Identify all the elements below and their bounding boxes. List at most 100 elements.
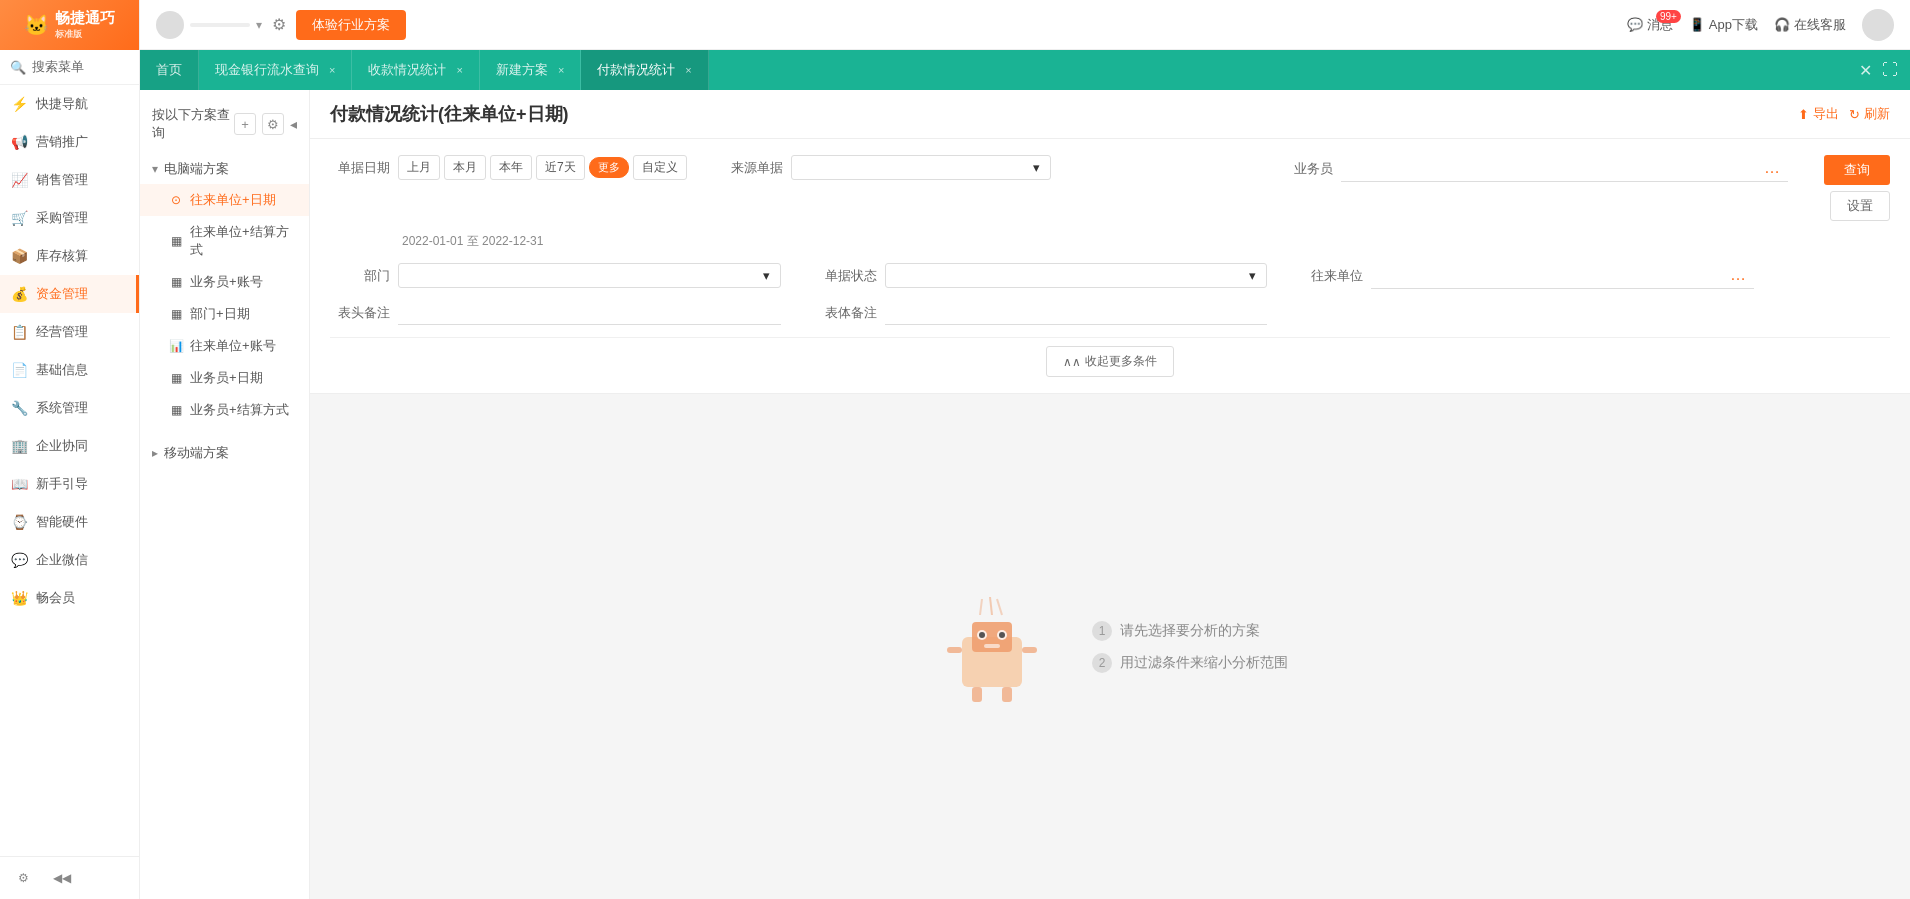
tab-new-plan[interactable]: 新建方案 × xyxy=(480,50,581,90)
sidebar-item-guide[interactable]: 📖 新手引导 xyxy=(0,465,139,503)
scheme-staff-date-label: 业务员+日期 xyxy=(190,369,263,387)
sidebar-item-marketing[interactable]: 📢 营销推广 xyxy=(0,123,139,161)
refresh-btn[interactable]: ↻ 刷新 xyxy=(1849,105,1890,123)
member-label: 畅会员 xyxy=(36,589,75,607)
left-scheme-panel: 按以下方案查询 + ⚙ ◂ ▾ 电脑端方案 ⊙ 往来单位+日期 xyxy=(140,90,310,899)
sidebar-item-wechat[interactable]: 💬 企业微信 xyxy=(0,541,139,579)
sidebar-item-inventory[interactable]: 📦 库存核算 xyxy=(0,237,139,275)
scheme-staff-settle-label: 业务员+结算方式 xyxy=(190,401,289,419)
date-btn-custom[interactable]: 自定义 xyxy=(633,155,687,180)
scheme-dept-date[interactable]: ▦ 部门+日期 xyxy=(140,298,309,330)
date-btn-more[interactable]: 更多 xyxy=(589,157,629,178)
notifications-btn[interactable]: 💬 消息 99+ xyxy=(1627,16,1673,34)
sales-icon: 📈 xyxy=(10,171,28,189)
headset-icon: 🎧 xyxy=(1774,17,1790,32)
sidebar-item-sales[interactable]: 📈 销售管理 xyxy=(0,161,139,199)
filter-area: 单据日期 上月 本月 本年 近7天 更多 自定义 来源单据 xyxy=(310,139,1910,394)
close-tab-btn[interactable]: ✕ xyxy=(1859,61,1872,80)
export-btn[interactable]: ⬆ 导出 xyxy=(1798,105,1839,123)
sidebar-item-purchase[interactable]: 🛒 采购管理 xyxy=(0,199,139,237)
capital-icon: 💰 xyxy=(10,285,28,303)
tab-cash-bank[interactable]: 现金银行流水查询 × xyxy=(199,50,352,90)
source-dropdown[interactable] xyxy=(791,155,1051,180)
date-btn-7days[interactable]: 近7天 xyxy=(536,155,585,180)
tab-home[interactable]: 首页 xyxy=(140,50,199,90)
voucher-status-dropdown[interactable] xyxy=(885,263,1268,288)
tab-payment-stats[interactable]: 付款情况统计 × xyxy=(581,50,708,90)
new-plan-tab-close-icon[interactable]: × xyxy=(558,64,564,76)
topbar-gear-icon[interactable]: ⚙ xyxy=(272,15,286,34)
sidebar-item-basic-info[interactable]: 📄 基础信息 xyxy=(0,351,139,389)
wechat-label: 企业微信 xyxy=(36,551,88,569)
date-btn-this-month[interactable]: 本月 xyxy=(444,155,486,180)
date-btn-this-year[interactable]: 本年 xyxy=(490,155,532,180)
user-info-area[interactable]: ▾ xyxy=(156,11,262,39)
tip1-num: 1 xyxy=(1092,621,1112,641)
app-download-btn[interactable]: 📱 App下载 xyxy=(1689,16,1758,34)
dept-dropdown[interactable] xyxy=(398,263,781,288)
trial-btn[interactable]: 体验行业方案 xyxy=(296,10,406,40)
related-unit-ellipsis-btn[interactable]: … xyxy=(1726,266,1750,284)
body-note-input[interactable] xyxy=(885,301,1268,325)
app-logo: 🐱 畅捷通巧 标准版 xyxy=(0,0,139,50)
sidebar-item-search[interactable]: 🔍 搜索菜单 xyxy=(0,50,139,85)
scheme-unit-date[interactable]: ⊙ 往来单位+日期 xyxy=(140,184,309,216)
sys-mgmt-label: 系统管理 xyxy=(36,399,88,417)
mobile-section-header[interactable]: ▸ 移动端方案 xyxy=(140,438,309,468)
sidebar-item-member[interactable]: 👑 畅会员 xyxy=(0,579,139,617)
header-note-input[interactable] xyxy=(398,301,781,325)
collapse-sidebar-btn[interactable]: ◀◀ xyxy=(45,867,79,889)
scheme-staff-settle[interactable]: ▦ 业务员+结算方式 xyxy=(140,394,309,426)
sidebar-item-quick-nav[interactable]: ⚡ 快捷导航 xyxy=(0,85,139,123)
panel-toolbar-icons: + ⚙ ◂ xyxy=(234,113,297,135)
filter-settings-btn[interactable]: 设置 xyxy=(1830,191,1890,221)
scheme-unit-account[interactable]: 📊 往来单位+账号 xyxy=(140,330,309,362)
tab-receipt-stats[interactable]: 收款情况统计 × xyxy=(352,50,479,90)
scheme-unit-settle[interactable]: ▦ 往来单位+结算方式 xyxy=(140,216,309,266)
sidebar-item-sys-mgmt[interactable]: 🔧 系统管理 xyxy=(0,389,139,427)
add-scheme-btn[interactable]: + xyxy=(234,113,256,135)
topbar: ▾ ⚙ 体验行业方案 💬 消息 99+ 📱 App下载 🎧 在线客服 xyxy=(140,0,1910,50)
empty-tip-1: 1 请先选择要分析的方案 xyxy=(1092,621,1288,641)
svg-point-4 xyxy=(979,632,985,638)
desktop-chevron-icon: ▾ xyxy=(152,162,158,176)
sidebar-item-smart-hw[interactable]: ⌚ 智能硬件 xyxy=(0,503,139,541)
collapse-filter-btn[interactable]: ∧∧ 收起更多条件 xyxy=(1046,346,1174,377)
sidebar-item-enterprise[interactable]: 🏢 企业协同 xyxy=(0,427,139,465)
scheme-staff-account[interactable]: ▦ 业务员+账号 xyxy=(140,266,309,298)
right-content: 付款情况统计(往来单位+日期) ⬆ 导出 ↻ 刷新 xyxy=(310,90,1910,899)
panel-toolbar: 按以下方案查询 + ⚙ ◂ xyxy=(140,100,309,148)
scheme-staff-date[interactable]: ▦ 业务员+日期 xyxy=(140,362,309,394)
expand-tab-btn[interactable]: ⛶ xyxy=(1882,61,1898,79)
voucher-status-label: 单据状态 xyxy=(817,267,877,285)
date-btn-last-month[interactable]: 上月 xyxy=(398,155,440,180)
enterprise-icon: 🏢 xyxy=(10,437,28,455)
business-label: 经营管理 xyxy=(36,323,88,341)
basic-info-label: 基础信息 xyxy=(36,361,88,379)
user-chevron-icon: ▾ xyxy=(256,18,262,32)
settings-footer-btn[interactable]: ⚙ xyxy=(10,867,37,889)
mobile-schemes-section: ▸ 移动端方案 xyxy=(140,432,309,474)
scheme-unit-date-label: 往来单位+日期 xyxy=(190,191,276,209)
query-btn[interactable]: 查询 xyxy=(1824,155,1890,185)
receipt-stats-tab-close-icon[interactable]: × xyxy=(456,64,462,76)
search-icon: 🔍 xyxy=(10,60,26,75)
desktop-section-header[interactable]: ▾ 电脑端方案 xyxy=(140,154,309,184)
svg-rect-6 xyxy=(984,644,1000,648)
svg-line-12 xyxy=(997,599,1002,615)
scheme-settings-btn[interactable]: ⚙ xyxy=(262,113,284,135)
marketing-label: 营销推广 xyxy=(36,133,88,151)
payment-stats-tab-label: 付款情况统计 xyxy=(597,61,675,79)
online-service-btn[interactable]: 🎧 在线客服 xyxy=(1774,16,1846,34)
collapse-panel-btn[interactable]: ◂ xyxy=(290,116,297,132)
nav-tabs-bar: 首页 现金银行流水查询 × 收款情况统计 × 新建方案 × 付款情况统计 × ✕… xyxy=(140,50,1910,90)
staff-ellipsis-btn[interactable]: … xyxy=(1760,159,1784,177)
payment-stats-tab-close-icon[interactable]: × xyxy=(685,64,691,76)
scheme-unit-settle-label: 往来单位+结算方式 xyxy=(190,223,293,259)
sidebar-item-capital[interactable]: 💰 资金管理 xyxy=(0,275,139,313)
cash-bank-tab-close-icon[interactable]: × xyxy=(329,64,335,76)
query-area: 查询 设置 xyxy=(1804,155,1890,221)
topbar-user-avatar[interactable] xyxy=(1862,9,1894,41)
sidebar-item-business[interactable]: 📋 经营管理 xyxy=(0,313,139,351)
sidebar: 🐱 畅捷通巧 标准版 🔍 搜索菜单 ⚡ 快捷导航 📢 营销推广 📈 销售管理 🛒… xyxy=(0,0,140,899)
